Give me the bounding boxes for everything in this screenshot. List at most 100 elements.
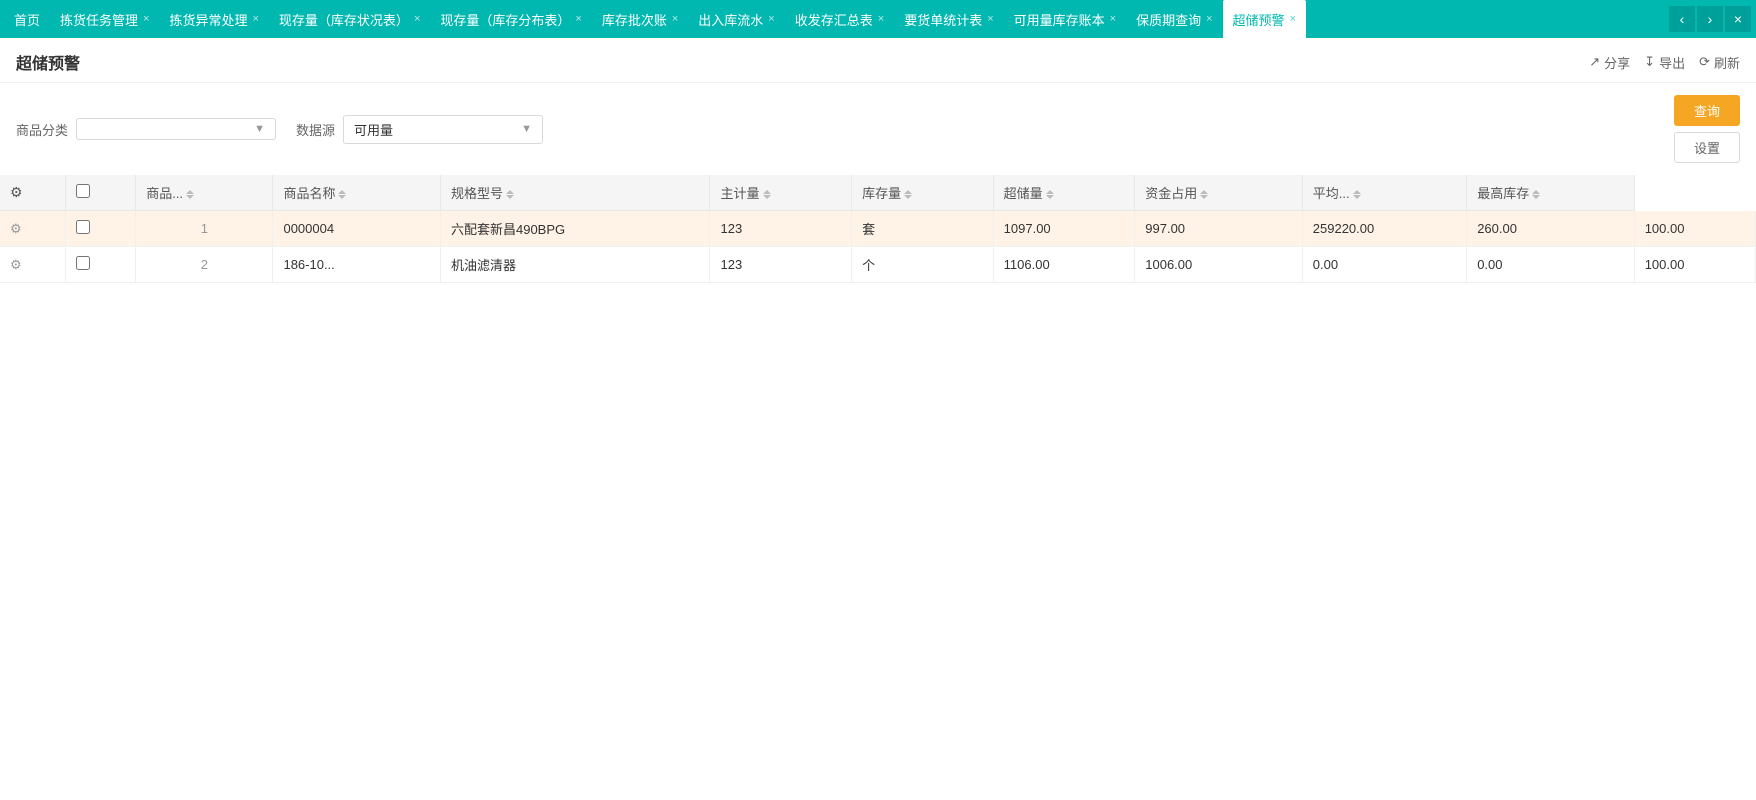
nav-close-icon-task-mgmt[interactable]: × — [143, 13, 149, 25]
cell-avg: 0.00 — [1467, 247, 1635, 283]
nav-close-icon-order-stats[interactable]: × — [987, 13, 993, 25]
cell-gear: ⚙ — [0, 211, 66, 247]
col-header-checkbox — [66, 175, 136, 211]
datasource-select[interactable]: 可用量 ▼ — [343, 115, 543, 144]
filter-actions: 查询 设置 — [1674, 95, 1740, 163]
cell-overstock: 997.00 — [1135, 211, 1303, 247]
cell-checkbox — [66, 247, 136, 283]
data-table: ⚙商品...商品名称规格型号主计量库存量超储量资金占用平均...最高库存 ⚙10… — [0, 175, 1756, 283]
sort-icon-unit — [763, 190, 771, 199]
datasource-select-value: 可用量 — [354, 120, 393, 139]
nav-item-home[interactable]: 首页 — [4, 0, 50, 38]
cell-product_code: 186-10... — [273, 247, 441, 283]
nav-close-icon-abnormal[interactable]: × — [252, 13, 258, 25]
table-row: ⚙2186-10...机油滤清器123个1106.001006.000.000.… — [0, 247, 1756, 283]
datasource-label: 数据源 — [296, 120, 335, 139]
nav-item-stock-dist[interactable]: 现存量（库存分布表） × — [430, 0, 591, 38]
nav-close-icon-overstock-warning[interactable]: × — [1290, 13, 1296, 25]
nav-close-icon-stock-status[interactable]: × — [414, 13, 420, 25]
export-icon: ↧ — [1644, 54, 1655, 70]
cell-product_code: 0000004 — [273, 211, 441, 247]
cell-capital_usage: 0.00 — [1302, 247, 1466, 283]
sort-icon-spec — [506, 190, 514, 199]
nav-item-abnormal[interactable]: 拣货异常处理 × — [159, 0, 268, 38]
category-label: 商品分类 — [16, 120, 68, 139]
nav-close-icon-stock-dist[interactable]: × — [575, 13, 581, 25]
cell-capital_usage: 259220.00 — [1302, 211, 1466, 247]
nav-close-icon-available-account[interactable]: × — [1110, 13, 1116, 25]
chevron-down-icon-2: ▼ — [521, 123, 532, 135]
col-header-overstock[interactable]: 超储量 — [993, 175, 1135, 211]
nav-item-available-account[interactable]: 可用量库存账本 × — [1004, 0, 1126, 38]
row-checkbox[interactable] — [76, 220, 90, 234]
col-header-avg[interactable]: 平均... — [1302, 175, 1466, 211]
nav-item-overstock-warning[interactable]: 超储预警 × — [1223, 0, 1306, 38]
header-actions: ↗ 分享 ↧ 导出 ⟳ 刷新 — [1589, 53, 1740, 72]
cell-spec: 123 — [710, 247, 852, 283]
row-gear-icon[interactable]: ⚙ — [10, 257, 22, 272]
nav-item-inout-flow[interactable]: 出入库流水 × — [688, 0, 784, 38]
cell-row_num: 1 — [136, 211, 273, 247]
datasource-filter: 数据源 可用量 ▼ — [296, 115, 543, 144]
refresh-button[interactable]: ⟳ 刷新 — [1699, 53, 1740, 72]
table-row: ⚙10000004六配套新昌490BPG123套1097.00997.00259… — [0, 211, 1756, 247]
refresh-icon: ⟳ — [1699, 54, 1710, 70]
sort-icon-max_stock — [1532, 190, 1540, 199]
cell-product_name: 六配套新昌490BPG — [440, 211, 710, 247]
query-button[interactable]: 查询 — [1674, 95, 1740, 126]
export-button[interactable]: ↧ 导出 — [1644, 53, 1685, 72]
table-wrapper: ⚙商品...商品名称规格型号主计量库存量超储量资金占用平均...最高库存 ⚙10… — [0, 175, 1756, 283]
cell-stock_qty: 1097.00 — [993, 211, 1135, 247]
nav-item-stock-status[interactable]: 现存量（库存状况表） × — [269, 0, 430, 38]
select-all-checkbox[interactable] — [76, 184, 90, 198]
settings-button[interactable]: 设置 — [1674, 132, 1740, 163]
sort-icon-avg — [1353, 190, 1361, 199]
share-button[interactable]: ↗ 分享 — [1589, 53, 1630, 72]
share-icon: ↗ — [1589, 54, 1600, 70]
page-title: 超储预警 — [16, 50, 80, 74]
nav-close-icon-collect-total[interactable]: × — [878, 13, 884, 25]
col-header-max_stock[interactable]: 最高库存 — [1467, 175, 1635, 211]
col-header-spec[interactable]: 规格型号 — [440, 175, 710, 211]
chevron-down-icon: ▼ — [254, 123, 265, 135]
cell-overstock: 1006.00 — [1135, 247, 1303, 283]
nav-item-quality-check[interactable]: 保质期查询 × — [1126, 0, 1222, 38]
cell-checkbox — [66, 211, 136, 247]
gear-icon[interactable]: ⚙ — [10, 184, 23, 200]
cell-stock_qty: 1106.00 — [993, 247, 1135, 283]
col-header-stock_qty[interactable]: 库存量 — [852, 175, 994, 211]
nav-close-icon-inout-flow[interactable]: × — [768, 13, 774, 25]
cell-product_name: 机油滤清器 — [440, 247, 710, 283]
sort-icon-product_code — [186, 190, 194, 199]
nav-next-button[interactable]: › — [1697, 6, 1723, 32]
nav-close-icon-batch[interactable]: × — [672, 13, 678, 25]
row-checkbox[interactable] — [76, 256, 90, 270]
filter-row: 商品分类 ▼ 数据源 可用量 ▼ 查询 设置 — [0, 83, 1756, 175]
cell-avg: 260.00 — [1467, 211, 1635, 247]
nav-prev-button[interactable]: ‹ — [1669, 6, 1695, 32]
nav-item-order-stats[interactable]: 要货单统计表 × — [894, 0, 1003, 38]
sort-icon-overstock — [1046, 190, 1054, 199]
sort-icon-stock_qty — [904, 190, 912, 199]
col-header-gear: ⚙ — [0, 175, 66, 211]
nav-item-collect-total[interactable]: 收发存汇总表 × — [785, 0, 894, 38]
sort-icon-product_name — [338, 190, 346, 199]
category-select[interactable]: ▼ — [76, 118, 276, 140]
col-header-capital_usage[interactable]: 资金占用 — [1135, 175, 1303, 211]
col-header-unit[interactable]: 主计量 — [710, 175, 852, 211]
nav-item-batch[interactable]: 库存批次账 × — [592, 0, 688, 38]
cell-unit: 个 — [852, 247, 994, 283]
nav-close-icon-quality-check[interactable]: × — [1206, 13, 1212, 25]
cell-unit: 套 — [852, 211, 994, 247]
top-navigation: 首页拣货任务管理 ×拣货异常处理 ×现存量（库存状况表） ×现存量（库存分布表）… — [0, 0, 1756, 38]
page-header: 超储预警 ↗ 分享 ↧ 导出 ⟳ 刷新 — [0, 38, 1756, 83]
nav-arrows: ‹ › × — [1668, 6, 1752, 32]
cell-max_stock: 100.00 — [1634, 247, 1755, 283]
col-header-product_name[interactable]: 商品名称 — [273, 175, 441, 211]
nav-item-task-mgmt[interactable]: 拣货任务管理 × — [50, 0, 159, 38]
cell-row_num: 2 — [136, 247, 273, 283]
nav-close-all-button[interactable]: × — [1725, 6, 1751, 32]
row-gear-icon[interactable]: ⚙ — [10, 221, 22, 236]
col-header-product_code[interactable]: 商品... — [136, 175, 273, 211]
cell-max_stock: 100.00 — [1634, 211, 1755, 247]
